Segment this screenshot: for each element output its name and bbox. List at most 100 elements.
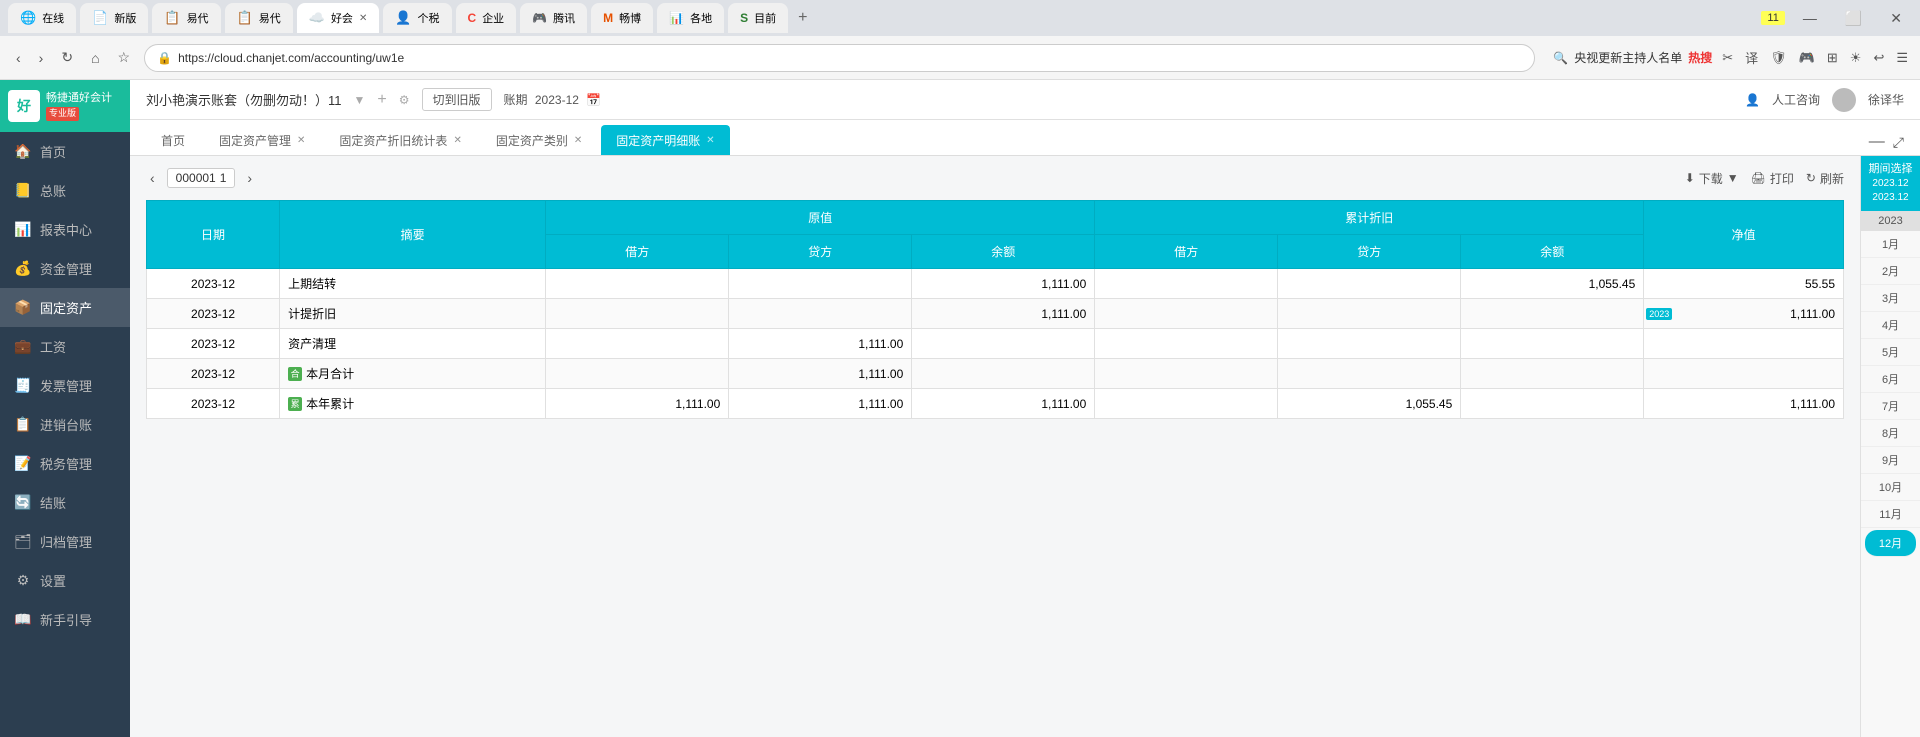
browser-tab-tengxun[interactable]: 🎮 腾讯 bbox=[520, 3, 587, 33]
company-settings-icon[interactable]: ⚙ bbox=[399, 93, 410, 107]
home-button[interactable]: ⌂ bbox=[87, 46, 103, 70]
customer-service-label[interactable]: 人工咨询 bbox=[1772, 91, 1820, 108]
reload-button[interactable]: ↻ bbox=[57, 45, 77, 70]
period-month-8[interactable]: 8月 bbox=[1861, 420, 1920, 447]
close-tab-fixed-asset-ledger[interactable]: ✕ bbox=[706, 135, 714, 146]
tab-depreciation-stat[interactable]: 固定资产折旧统计表 ✕ bbox=[324, 125, 476, 155]
translate-icon[interactable]: 译 bbox=[1745, 48, 1758, 67]
row-date: 2023-12 bbox=[147, 269, 280, 299]
forward-button[interactable]: › bbox=[35, 46, 48, 70]
sub-header-acc-debit: 借方 bbox=[1095, 235, 1278, 269]
browser-tab-gedi[interactable]: 📊 各地 bbox=[657, 3, 724, 33]
content-area: ‹ 000001 1 › ⬇ 下载 ▼ 🖨 打 bbox=[130, 156, 1920, 737]
row-acc-balance bbox=[1461, 389, 1644, 419]
close-window-button[interactable]: ✕ bbox=[1880, 10, 1912, 27]
browser-tab-new[interactable]: 📄 新版 bbox=[80, 3, 148, 33]
period-month-4[interactable]: 4月 bbox=[1861, 312, 1920, 339]
browser-top-bar: 🌐 在线 📄 新版 📋 易代 📋 易代 ☁️ 好会 ✕ 👤 个税 C 企业 🎮 … bbox=[0, 0, 1920, 36]
prev-page-button[interactable]: ‹ bbox=[146, 168, 159, 188]
period-month-9[interactable]: 9月 bbox=[1861, 447, 1920, 474]
sidebar-item-salary[interactable]: 💼 工资 bbox=[0, 327, 130, 366]
browser-tab-haohui[interactable]: ☁️ 好会 ✕ bbox=[297, 3, 380, 33]
next-page-button[interactable]: › bbox=[243, 168, 256, 188]
browser-tab-chang[interactable]: M 畅博 bbox=[591, 3, 653, 33]
row-summary: 上期结转 bbox=[280, 269, 546, 299]
sidebar-item-report-center[interactable]: 📊 报表中心 bbox=[0, 210, 130, 249]
browser-tab-yidai1[interactable]: 📋 易代 bbox=[152, 3, 220, 33]
row-orig-balance: 1,111.00 bbox=[912, 389, 1095, 419]
period-year[interactable]: 2023 bbox=[1861, 211, 1920, 231]
sidebar-item-home[interactable]: 🏠 首页 bbox=[0, 132, 130, 171]
download-arrow: ▼ bbox=[1727, 171, 1739, 185]
add-company-button[interactable]: + bbox=[377, 91, 386, 109]
sidebar-item-fund-mgmt[interactable]: 💰 资金管理 bbox=[0, 249, 130, 288]
row-orig-credit bbox=[729, 269, 912, 299]
sidebar-item-settings[interactable]: ⚙ 设置 bbox=[0, 561, 130, 600]
period-month-11[interactable]: 11月 bbox=[1861, 501, 1920, 528]
period-month-12[interactable]: 12月 bbox=[1865, 530, 1916, 557]
period-month-3[interactable]: 3月 bbox=[1861, 285, 1920, 312]
sidebar-item-close[interactable]: 🔄 结账 bbox=[0, 483, 130, 522]
minimize-button[interactable]: — bbox=[1793, 10, 1827, 26]
bookmark-button[interactable]: ☆ bbox=[114, 45, 135, 70]
add-tab-button[interactable]: + bbox=[792, 9, 813, 27]
tab-home[interactable]: 首页 bbox=[146, 125, 200, 155]
account-code-input[interactable]: 000001 1 bbox=[167, 168, 236, 188]
switch-version-button[interactable]: 切到旧版 bbox=[422, 88, 492, 111]
game-icon[interactable]: 🎮 bbox=[1799, 50, 1815, 66]
row-net-value bbox=[1644, 359, 1844, 389]
ledger-controls: ‹ 000001 1 › ⬇ 下载 ▼ 🖨 打 bbox=[146, 168, 1844, 188]
sidebar-item-tax[interactable]: 📝 税务管理 bbox=[0, 444, 130, 483]
minimize-tab-button[interactable]: — bbox=[1869, 133, 1885, 151]
browser-tab-online[interactable]: 🌐 在线 bbox=[8, 3, 76, 33]
row-acc-balance bbox=[1461, 329, 1644, 359]
menu-icon[interactable]: ☰ bbox=[1896, 50, 1908, 66]
shield-icon[interactable]: 🛡 bbox=[1770, 50, 1787, 66]
download-button[interactable]: ⬇ 下载 ▼ bbox=[1685, 170, 1739, 187]
maximize-button[interactable]: ⬜ bbox=[1835, 10, 1872, 27]
browser-tab-qiye[interactable]: C 企业 bbox=[456, 3, 517, 33]
url-input[interactable]: 🔒 https://cloud.chanjet.com/accounting/u… bbox=[144, 44, 1535, 72]
grid-icon[interactable]: ⊞ bbox=[1827, 50, 1838, 66]
sidebar-item-fixed-assets[interactable]: 📦 固定资产 bbox=[0, 288, 130, 327]
period-month-7[interactable]: 7月 bbox=[1861, 393, 1920, 420]
tab-fixed-asset-ledger[interactable]: 固定资产明细账 ✕ bbox=[601, 125, 729, 155]
sidebar-item-archive[interactable]: 🗂 归档管理 bbox=[0, 522, 130, 561]
tab-fixed-asset-category[interactable]: 固定资产类别 ✕ bbox=[481, 125, 597, 155]
tab-fixed-asset-mgmt[interactable]: 固定资产管理 ✕ bbox=[204, 125, 320, 155]
sidebar-item-general-ledger[interactable]: 📒 总账 bbox=[0, 171, 130, 210]
period-month-6[interactable]: 6月 bbox=[1861, 366, 1920, 393]
period-month-5[interactable]: 5月 bbox=[1861, 339, 1920, 366]
sidebar-item-purchase-sale[interactable]: 📋 进销台账 bbox=[0, 405, 130, 444]
close-tab-haohui[interactable]: ✕ bbox=[359, 13, 367, 24]
sun-icon[interactable]: ☀ bbox=[1850, 50, 1862, 66]
notification-badge[interactable]: 11 bbox=[1761, 11, 1784, 25]
back-button[interactable]: ‹ bbox=[12, 46, 25, 70]
sidebar-item-invoice[interactable]: 🧾 发票管理 bbox=[0, 366, 130, 405]
print-button[interactable]: 🖨 打印 bbox=[1751, 170, 1794, 187]
calendar-icon[interactable]: 📅 bbox=[586, 93, 601, 107]
cut-icon[interactable]: ✂ bbox=[1722, 50, 1733, 66]
app-top-bar: 刘小艳演示账套（勿删勿动！）11 ▼ + ⚙ 切到旧版 账期 2023-12 📅… bbox=[130, 80, 1920, 120]
company-dropdown-icon[interactable]: ▼ bbox=[354, 93, 366, 107]
expand-tab-button[interactable]: ⤢ bbox=[1893, 134, 1904, 151]
period-month-1[interactable]: 1月 bbox=[1861, 231, 1920, 258]
period-label: 账期 bbox=[504, 93, 528, 107]
close-tab-fixed-asset-mgmt[interactable]: ✕ bbox=[297, 135, 305, 146]
browser-tab-yidai2[interactable]: 📋 易代 bbox=[225, 3, 293, 33]
refresh-button[interactable]: ↻ 刷新 bbox=[1806, 170, 1844, 187]
page-tab-bar: 首页 固定资产管理 ✕ 固定资产折旧统计表 ✕ 固定资产类别 ✕ 固定资产明细账… bbox=[130, 120, 1920, 156]
browser-tab-muqian[interactable]: S 目前 bbox=[728, 3, 788, 33]
period-header[interactable]: 期间选择 2023.12 2023.12 bbox=[1861, 156, 1920, 211]
ledger-icon: 📒 bbox=[14, 182, 32, 200]
sub-header-acc-balance: 余额 bbox=[1461, 235, 1644, 269]
period-month-10[interactable]: 10月 bbox=[1861, 474, 1920, 501]
close-tab-fixed-asset-category[interactable]: ✕ bbox=[574, 135, 582, 146]
close-tab-depreciation-stat[interactable]: ✕ bbox=[453, 135, 461, 146]
row-orig-debit bbox=[546, 329, 729, 359]
browser-tab-geshui[interactable]: 👤 个税 bbox=[383, 3, 451, 33]
ledger-actions: ⬇ 下载 ▼ 🖨 打印 ↻ 刷新 bbox=[1685, 170, 1844, 187]
period-month-2[interactable]: 2月 bbox=[1861, 258, 1920, 285]
sidebar-item-guide[interactable]: 📖 新手引导 bbox=[0, 600, 130, 639]
undo-icon[interactable]: ↩ bbox=[1873, 50, 1884, 66]
